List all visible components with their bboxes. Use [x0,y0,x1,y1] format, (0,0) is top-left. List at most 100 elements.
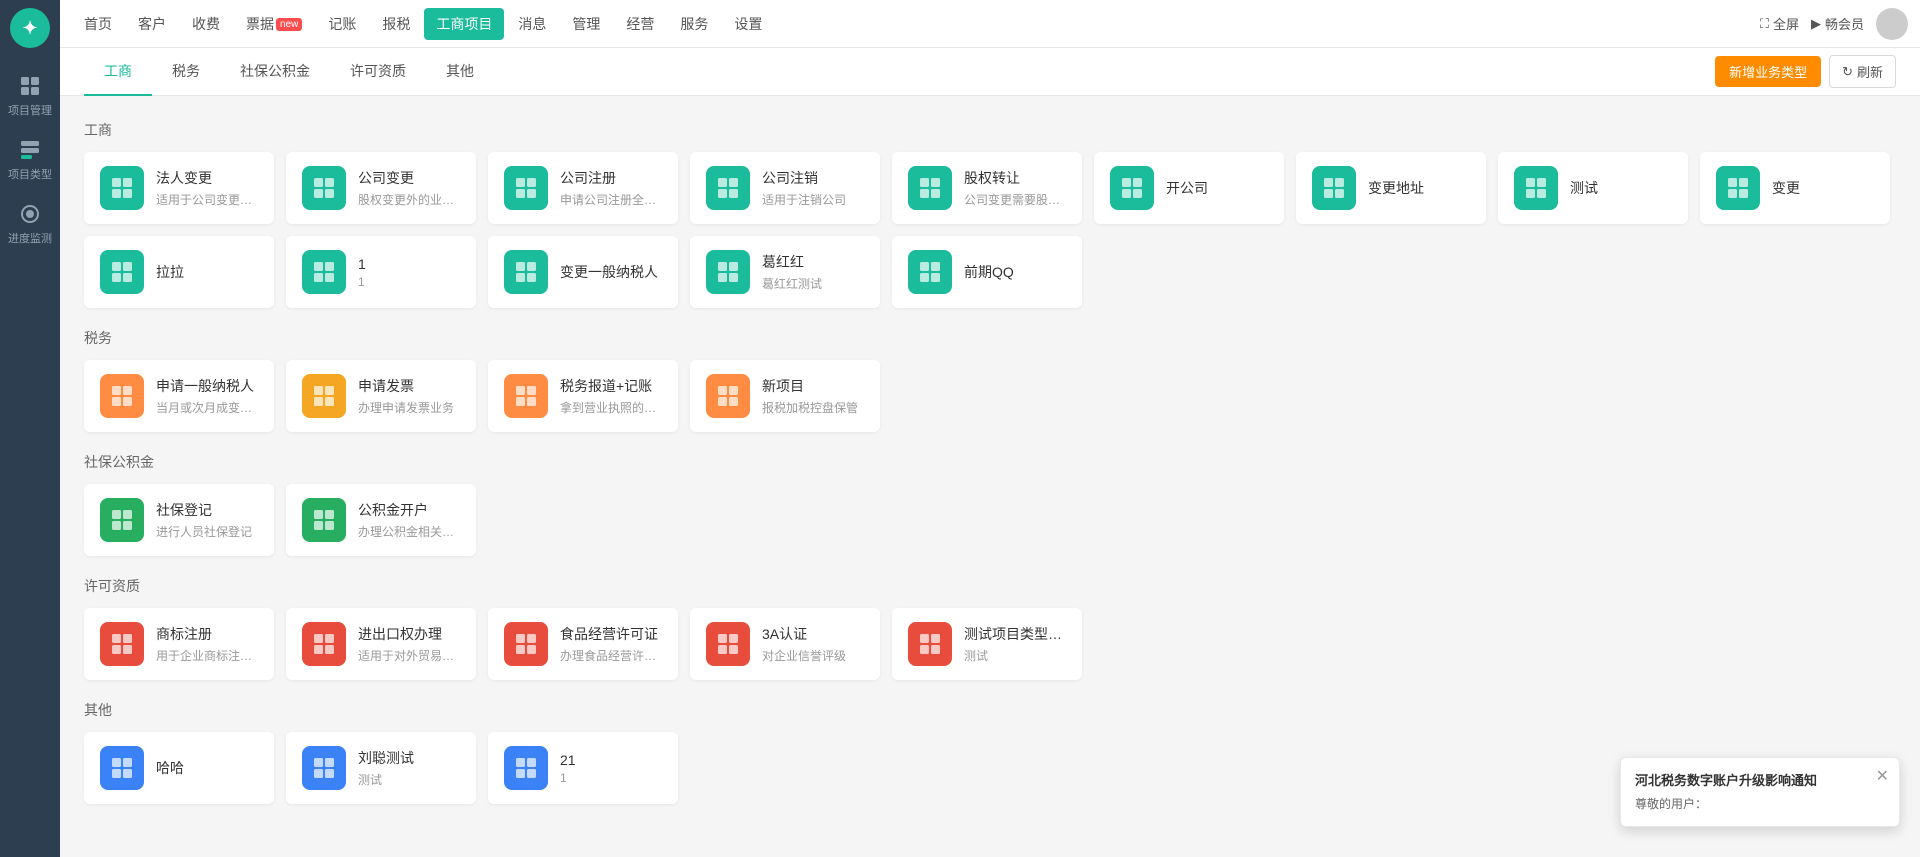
nav-customer[interactable]: 客户 [126,8,178,40]
card-card-11[interactable]: 11 [286,236,476,308]
card-xk-2[interactable]: 进出口权办理适用于对外贸易经营者 [286,608,476,680]
card-title-card-11: 1 [358,256,460,272]
card-tax-1[interactable]: 申请一般纳税人当月或次月成变更完成 [84,360,274,432]
vip-icon: ▶ [1811,16,1821,32]
card-info-ot-3: 211 [560,752,662,785]
logo[interactable]: ✦ [10,8,50,48]
card-card-7[interactable]: 变更地址 [1296,152,1486,224]
content-body: 工商 法人变更适用于公司变更法人 公司变更股权变更外的业务变更 公司注册申请公司… [60,96,1920,840]
card-desc-card-3: 申请公司注册全流程 [560,191,662,208]
card-info-card-12: 变更一般纳税人 [560,262,662,282]
card-info-card-8: 测试 [1570,178,1672,198]
card-icon-xk-1 [100,622,144,666]
card-icon-card-2 [302,166,346,210]
card-card-14[interactable]: 前期QQ [892,236,1082,308]
card-info-xk-5: 测试项目类型目定义测试 [964,624,1066,664]
tab-shebao[interactable]: 社保公积金 [220,48,330,96]
new-type-button[interactable]: 新增业务类型 [1715,56,1821,87]
avatar[interactable] [1876,8,1908,40]
card-ot-2[interactable]: 刘聪测试测试 [286,732,476,804]
card-title-card-14: 前期QQ [964,262,1066,282]
card-card-3[interactable]: 公司注册申请公司注册全流程 [488,152,678,224]
nav-settings[interactable]: 设置 [722,8,774,40]
sidebar-item-label: 项目管理 [8,102,52,118]
card-info-xk-3: 食品经营许可证办理食品经营许可证 [560,624,662,664]
card-card-4[interactable]: 公司注销适用于注销公司 [690,152,880,224]
card-card-6[interactable]: 开公司 [1094,152,1284,224]
card-xk-1[interactable]: 商标注册用于企业商标注册服务 [84,608,274,680]
card-info-card-3: 公司注册申请公司注册全流程 [560,168,662,208]
nav-accounting[interactable]: 记账 [316,8,368,40]
nav-operations[interactable]: 经营 [614,8,666,40]
card-icon-card-7 [1312,166,1356,210]
card-title-xk-3: 食品经营许可证 [560,624,662,644]
card-icon-card-9 [1716,166,1760,210]
card-sb-2[interactable]: 公积金开户办理公积金相关业务 [286,484,476,556]
sidebar-item-project-type[interactable]: 项目类型 [0,128,60,192]
nav-message[interactable]: 消息 [506,8,558,40]
sidebar-item-project-manage[interactable]: 项目管理 [0,64,60,128]
card-desc-card-13: 葛红红测试 [762,275,864,292]
card-ot-1[interactable]: 哈哈 [84,732,274,804]
nav-home[interactable]: 首页 [72,8,124,40]
notification-close-btn[interactable]: ✕ [1876,766,1889,786]
sidebar-item-label: 进度监测 [8,230,52,246]
tab-gongshang[interactable]: 工商 [84,48,152,96]
card-icon-xk-2 [302,622,346,666]
sidebar-item-progress[interactable]: 进度监测 [0,192,60,256]
topnav: 工商 首页客户收费票据new记账报税工商项目消息管理经营服务设置 ⛶ 全屏 ▶ … [60,0,1920,48]
card-card-2[interactable]: 公司变更股权变更外的业务变更 [286,152,476,224]
card-info-sb-1: 社保登记进行人员社保登记 [156,500,258,540]
card-icon-card-10 [100,250,144,294]
card-icon-card-13 [706,250,750,294]
card-icon-card-8 [1514,166,1558,210]
card-card-13[interactable]: 葛红红葛红红测试 [690,236,880,308]
card-tax-3[interactable]: 税务报道+记账拿到营业执照的新公司 [488,360,678,432]
section-title: 税务 [84,328,1896,348]
card-title-card-10: 拉拉 [156,262,258,282]
nav-manage[interactable]: 管理 [560,8,612,40]
project-manage-icon [18,74,42,98]
card-title-card-4: 公司注销 [762,168,864,188]
card-info-card-7: 变更地址 [1368,178,1470,198]
card-ot-3[interactable]: 211 [488,732,678,804]
card-xk-4[interactable]: 3A认证对企业信誉评级 [690,608,880,680]
nav-tax[interactable]: 报税 [370,8,422,40]
nav-service[interactable]: 服务 [668,8,720,40]
tab-xuke[interactable]: 许可资质 [330,48,426,96]
card-icon-xk-5 [908,622,952,666]
card-info-tax-2: 申请发票办理申请发票业务 [358,376,460,416]
fullscreen-icon: ⛶ [1760,16,1769,32]
card-card-5[interactable]: 股权转让公司变更需要股权转让 [892,152,1082,224]
card-card-10[interactable]: 拉拉 [84,236,274,308]
section-title: 工商 [84,120,1896,140]
card-title-tax-1: 申请一般纳税人 [156,376,258,396]
card-desc-tax-4: 报税加税控盘保管 [762,399,864,416]
card-card-8[interactable]: 测试 [1498,152,1688,224]
vip-btn[interactable]: ▶ 畅会员 [1811,14,1864,33]
notification-body: 尊敬的用户： [1635,795,1885,814]
card-tax-2[interactable]: 申请发票办理申请发票业务 [286,360,476,432]
nav-bizproject[interactable]: 工商项目 [424,8,504,40]
tab-other[interactable]: 其他 [426,48,494,96]
tab-shuiwu[interactable]: 税务 [152,48,220,96]
progress-icon [18,202,42,226]
main-area: 工商 首页客户收费票据new记账报税工商项目消息管理经营服务设置 ⛶ 全屏 ▶ … [60,0,1920,857]
card-card-9[interactable]: 变更 [1700,152,1890,224]
card-xk-5[interactable]: 测试项目类型目定义测试 [892,608,1082,680]
card-title-card-12: 变更一般纳税人 [560,262,662,282]
card-xk-3[interactable]: 食品经营许可证办理食品经营许可证 [488,608,678,680]
fullscreen-btn[interactable]: ⛶ 全屏 [1760,14,1799,33]
refresh-button[interactable]: ↻ 刷新 [1829,55,1896,88]
card-title-card-6: 开公司 [1166,178,1268,198]
card-info-ot-1: 哈哈 [156,758,258,778]
section-title: 社保公积金 [84,452,1896,472]
card-info-card-5: 股权转让公司变更需要股权转让 [964,168,1066,208]
card-tax-4[interactable]: 新项目报税加税控盘保管 [690,360,880,432]
nav-billing[interactable]: 收费 [180,8,232,40]
card-card-12[interactable]: 变更一般纳税人 [488,236,678,308]
card-sb-1[interactable]: 社保登记进行人员社保登记 [84,484,274,556]
card-card-1[interactable]: 法人变更适用于公司变更法人 [84,152,274,224]
nav-ticket[interactable]: 票据new [234,8,314,40]
card-title-tax-4: 新项目 [762,376,864,396]
